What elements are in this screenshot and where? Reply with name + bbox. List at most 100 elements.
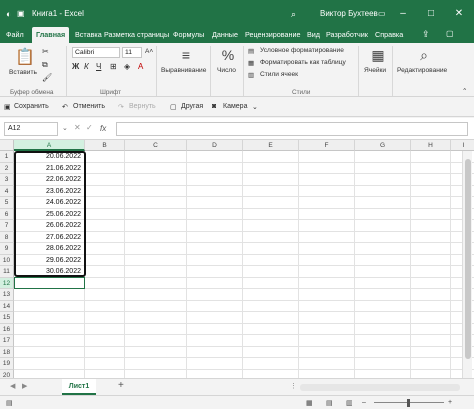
cell[interactable] <box>299 162 355 174</box>
name-box-dropdown-icon[interactable]: ⌄ <box>62 124 68 132</box>
cell[interactable] <box>125 346 187 358</box>
cell[interactable] <box>125 289 187 301</box>
cell[interactable] <box>14 312 85 324</box>
cancel-entry-icon[interactable]: ✕ <box>74 123 81 132</box>
cell[interactable] <box>125 358 187 370</box>
cell[interactable] <box>243 323 299 335</box>
cell[interactable] <box>299 346 355 358</box>
cell[interactable] <box>355 277 411 289</box>
cell[interactable] <box>85 151 125 163</box>
cell[interactable] <box>355 185 411 197</box>
cell[interactable] <box>85 289 125 301</box>
search-editing-icon[interactable]: ⌕ <box>414 47 434 64</box>
cell[interactable] <box>243 266 299 278</box>
date-cell[interactable]: 28.06.2022 <box>14 243 85 255</box>
date-cell[interactable]: 20.06.2022 <box>14 151 85 163</box>
editing-label[interactable]: Редактирование <box>397 67 447 74</box>
cell[interactable] <box>125 277 187 289</box>
cell[interactable] <box>125 323 187 335</box>
cell[interactable] <box>14 277 85 289</box>
row-header-18[interactable]: 18 <box>0 346 14 358</box>
cell[interactable] <box>243 162 299 174</box>
column-header-b[interactable]: B <box>85 140 125 151</box>
cell[interactable] <box>187 243 243 255</box>
percent-icon[interactable]: % <box>218 47 238 63</box>
cell[interactable] <box>85 243 125 255</box>
date-cell[interactable]: 21.06.2022 <box>14 162 85 174</box>
cell[interactable] <box>299 243 355 255</box>
cell[interactable] <box>187 254 243 266</box>
cell[interactable] <box>243 220 299 232</box>
column-header-a[interactable]: A <box>14 140 85 151</box>
cell[interactable] <box>411 162 451 174</box>
cell[interactable] <box>355 243 411 255</box>
row-header-9[interactable]: 9 <box>0 243 14 255</box>
cell[interactable] <box>355 289 411 301</box>
page-break-view-icon[interactable]: ▥ <box>346 399 353 407</box>
cell[interactable] <box>411 254 451 266</box>
cell[interactable] <box>299 197 355 209</box>
cell[interactable] <box>411 335 451 347</box>
cell[interactable] <box>14 323 85 335</box>
date-cell[interactable]: 22.06.2022 <box>14 174 85 186</box>
cell[interactable] <box>299 208 355 220</box>
select-all-corner[interactable] <box>0 140 14 151</box>
cell[interactable] <box>299 151 355 163</box>
column-header-h[interactable]: H <box>411 140 451 151</box>
row-header-4[interactable]: 4 <box>0 185 14 197</box>
ribbon-display-icon[interactable]: ▭ <box>378 9 386 18</box>
cell[interactable] <box>85 323 125 335</box>
cell[interactable] <box>411 220 451 232</box>
cell[interactable] <box>125 197 187 209</box>
row-header-5[interactable]: 5 <box>0 197 14 209</box>
share-icon[interactable]: ⇪ <box>422 29 430 40</box>
cell[interactable] <box>14 358 85 370</box>
cell[interactable] <box>243 312 299 324</box>
date-cell[interactable]: 25.06.2022 <box>14 208 85 220</box>
cell[interactable] <box>187 174 243 186</box>
date-cell[interactable]: 23.06.2022 <box>14 185 85 197</box>
paste-label[interactable]: Вставить <box>9 69 37 76</box>
cell[interactable] <box>355 174 411 186</box>
cell[interactable] <box>411 174 451 186</box>
cell[interactable] <box>125 254 187 266</box>
row-header-10[interactable]: 10 <box>0 254 14 266</box>
cell[interactable] <box>85 162 125 174</box>
user-name[interactable]: Виктор Бухтеев <box>320 9 378 18</box>
row-header-6[interactable]: 6 <box>0 208 14 220</box>
alignment-label[interactable]: Выравнивание <box>161 67 206 74</box>
cell[interactable] <box>299 323 355 335</box>
tab-insert[interactable]: Вставка <box>75 30 102 39</box>
cell[interactable] <box>411 369 451 378</box>
qat-other-button[interactable]: Другая <box>181 103 203 110</box>
cell[interactable] <box>187 312 243 324</box>
cell[interactable] <box>411 300 451 312</box>
cell[interactable] <box>411 208 451 220</box>
cell[interactable] <box>125 312 187 324</box>
cell[interactable] <box>85 220 125 232</box>
cell[interactable] <box>125 151 187 163</box>
date-cell[interactable]: 24.06.2022 <box>14 197 85 209</box>
cell[interactable] <box>411 312 451 324</box>
cell[interactable] <box>85 254 125 266</box>
cell[interactable] <box>14 335 85 347</box>
font-size-select[interactable]: 11 <box>122 47 142 58</box>
cell[interactable] <box>125 162 187 174</box>
insert-function-icon[interactable]: fx <box>100 124 106 133</box>
zoom-slider-thumb[interactable] <box>407 399 410 407</box>
increase-font-icon[interactable]: A˄ <box>145 48 153 55</box>
row-header-16[interactable]: 16 <box>0 323 14 335</box>
cell[interactable] <box>14 346 85 358</box>
cell[interactable] <box>187 151 243 163</box>
cell[interactable] <box>187 289 243 301</box>
normal-view-icon[interactable]: ▦ <box>306 399 313 407</box>
formula-input[interactable] <box>116 122 468 136</box>
cell[interactable] <box>85 277 125 289</box>
cell[interactable] <box>411 231 451 243</box>
row-header-17[interactable]: 17 <box>0 335 14 347</box>
cell[interactable] <box>243 151 299 163</box>
cell[interactable] <box>243 335 299 347</box>
cell[interactable] <box>187 162 243 174</box>
cell[interactable] <box>411 266 451 278</box>
cell[interactable] <box>243 185 299 197</box>
